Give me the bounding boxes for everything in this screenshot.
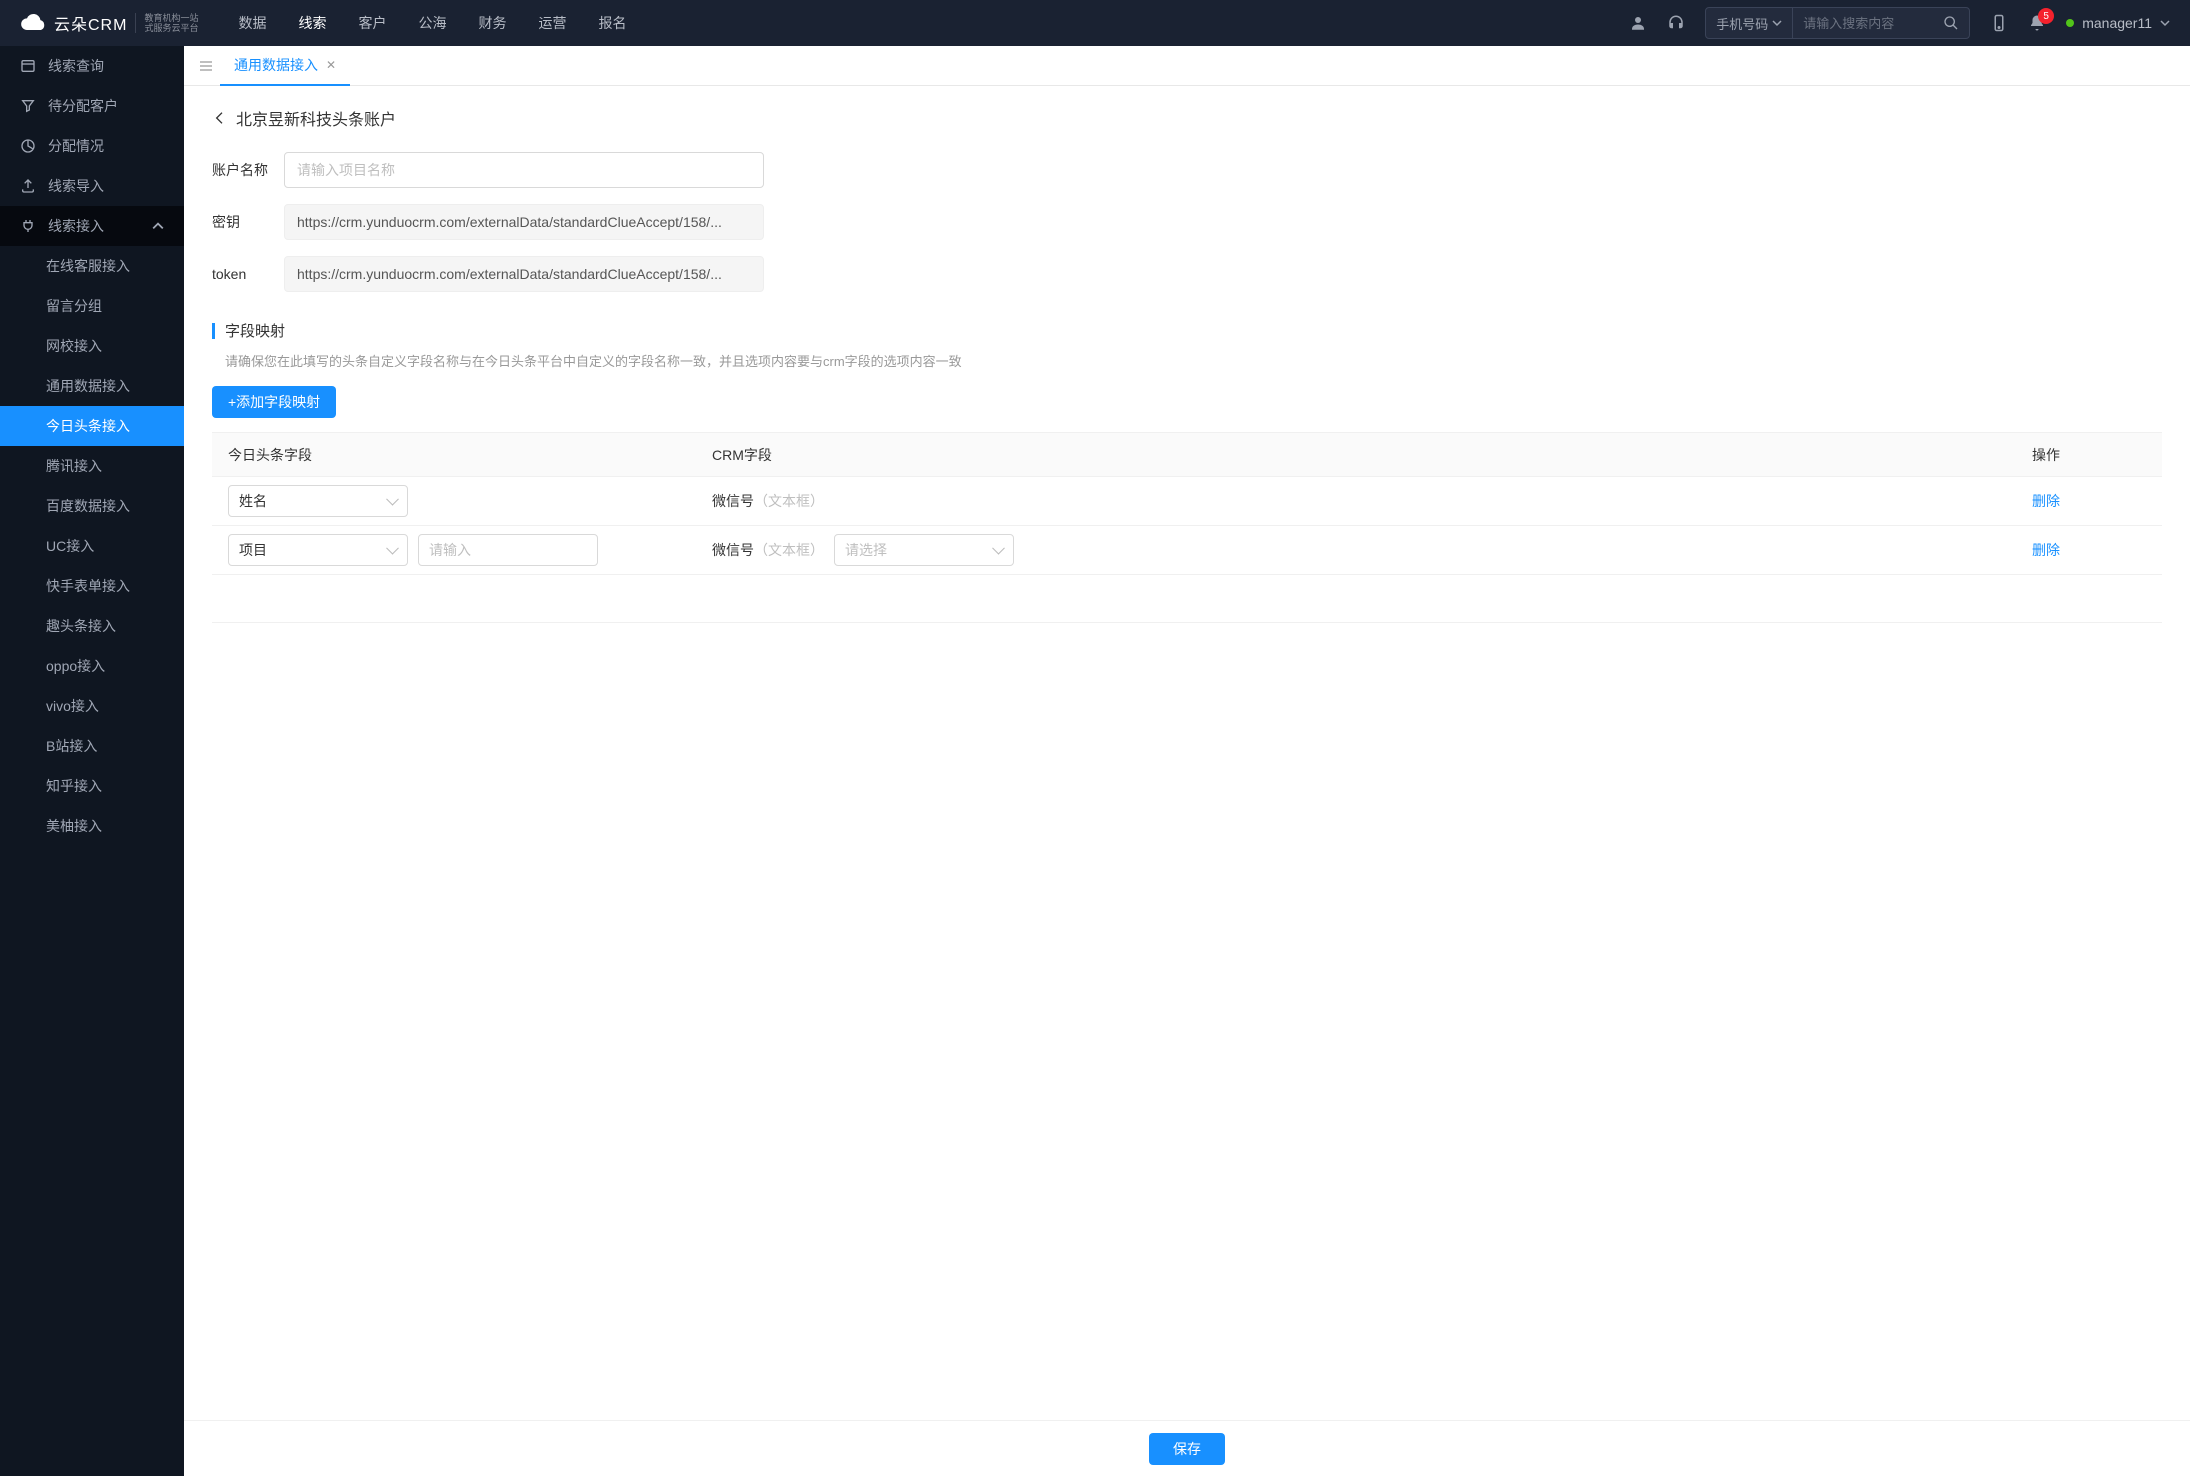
- token-input[interactable]: [284, 256, 764, 292]
- sidebar-item[interactable]: 分配情况: [0, 126, 184, 166]
- sidebar-sub-item[interactable]: UC接入: [0, 526, 184, 566]
- logo-text: 云朵CRM: [54, 11, 127, 35]
- delete-row-button[interactable]: 删除: [2032, 493, 2060, 509]
- toutiao-extra-input[interactable]: [418, 534, 598, 566]
- page-title-row: 北京昱新科技头条账户: [212, 106, 2162, 130]
- search-button[interactable]: [1933, 15, 1969, 31]
- toutiao-field-select[interactable]: 项目: [228, 534, 408, 566]
- logo: 云朵CRM 教育机构一站 式服务云平台: [20, 9, 198, 37]
- add-field-mapping-button[interactable]: +添加字段映射: [212, 386, 336, 418]
- sidebar-sub-item[interactable]: 网校接入: [0, 326, 184, 366]
- user-icon[interactable]: [1629, 14, 1647, 32]
- sidebar: 线索查询待分配客户分配情况线索导入线索接入在线客服接入留言分组网校接入通用数据接…: [0, 46, 184, 1476]
- sidebar-sub-item[interactable]: 在线客服接入: [0, 246, 184, 286]
- search-input[interactable]: [1793, 16, 1933, 31]
- main-content: 通用数据接入 ✕ 北京昱新科技头条账户 账户名称 密钥 token: [184, 46, 2190, 1476]
- sidebar-sub-item[interactable]: 趣头条接入: [0, 606, 184, 646]
- th-toutiao-field: 今日头条字段: [212, 445, 712, 465]
- table-row-empty: [212, 575, 2162, 623]
- tab-label: 通用数据接入: [234, 55, 318, 75]
- upload-icon: [20, 178, 36, 194]
- cloud-icon: [20, 9, 48, 37]
- sidebar-sub-item[interactable]: B站接入: [0, 726, 184, 766]
- plug-icon: [20, 218, 36, 234]
- status-dot-icon: [2066, 19, 2074, 27]
- bell-icon[interactable]: 5: [2028, 14, 2046, 32]
- sidebar-item[interactable]: 线索导入: [0, 166, 184, 206]
- search-type-select[interactable]: 手机号码: [1706, 8, 1793, 38]
- notification-badge: 5: [2038, 8, 2054, 24]
- nav-item[interactable]: 客户: [358, 13, 386, 33]
- secret-input[interactable]: [284, 204, 764, 240]
- headset-icon[interactable]: [1667, 14, 1685, 32]
- sidebar-sub-item[interactable]: 通用数据接入: [0, 366, 184, 406]
- section-title: 字段映射: [225, 320, 285, 341]
- sidebar-sub-item[interactable]: 腾讯接入: [0, 446, 184, 486]
- delete-row-button[interactable]: 删除: [2032, 542, 2060, 558]
- filter-icon: [20, 98, 36, 114]
- nav-item[interactable]: 数据: [238, 13, 266, 33]
- tab-current[interactable]: 通用数据接入 ✕: [220, 46, 350, 86]
- global-search: 手机号码: [1705, 7, 1970, 39]
- sidebar-sub-item[interactable]: 百度数据接入: [0, 486, 184, 526]
- crm-field-label: 微信号（文本框）: [712, 540, 824, 560]
- th-action: 操作: [2032, 445, 2162, 465]
- user-menu[interactable]: manager11: [2066, 15, 2170, 31]
- account-name-input[interactable]: [284, 152, 764, 188]
- save-button[interactable]: 保存: [1149, 1433, 1225, 1465]
- table-row: 项目 微信号（文本框） 请选择 删除: [212, 526, 2162, 575]
- nav-item[interactable]: 线索: [298, 13, 326, 33]
- pie-icon: [20, 138, 36, 154]
- crm-field-label: 微信号（文本框）: [712, 491, 824, 511]
- list-icon: [20, 58, 36, 74]
- back-icon[interactable]: [212, 110, 228, 126]
- close-icon[interactable]: ✕: [326, 58, 336, 72]
- sidebar-item[interactable]: 待分配客户: [0, 86, 184, 126]
- sidebar-sub-item[interactable]: vivo接入: [0, 686, 184, 726]
- logo-subtitle: 教育机构一站 式服务云平台: [135, 13, 198, 33]
- top-nav: 数据 线索 客户 公海 财务 运营 报名: [238, 13, 626, 33]
- nav-item[interactable]: 财务: [478, 13, 506, 33]
- username: manager11: [2082, 15, 2152, 31]
- tabs-bar: 通用数据接入 ✕: [184, 46, 2190, 86]
- section-bar-icon: [212, 323, 215, 339]
- sidebar-sub-item[interactable]: 留言分组: [0, 286, 184, 326]
- field-mapping-table: 今日头条字段 CRM字段 操作 姓名 微信号（文本框） 删除: [212, 432, 2162, 623]
- account-label: 账户名称: [212, 160, 284, 180]
- toutiao-field-select[interactable]: 姓名: [228, 485, 408, 517]
- crm-field-select[interactable]: 请选择: [834, 534, 1014, 566]
- sidebar-sub-item[interactable]: 快手表单接入: [0, 566, 184, 606]
- secret-label: 密钥: [212, 212, 284, 232]
- sidebar-item[interactable]: 线索查询: [0, 46, 184, 86]
- footer-bar: 保存: [184, 1420, 2190, 1476]
- tabs-collapse-icon[interactable]: [198, 58, 220, 74]
- sidebar-sub-item[interactable]: 今日头条接入: [0, 406, 184, 446]
- sidebar-item[interactable]: 线索接入: [0, 206, 184, 246]
- nav-item[interactable]: 运营: [538, 13, 566, 33]
- app-header: 云朵CRM 教育机构一站 式服务云平台 数据 线索 客户 公海 财务 运营 报名 手机号码: [0, 0, 2190, 46]
- sidebar-sub-item[interactable]: 知乎接入: [0, 766, 184, 806]
- section-hint: 请确保您在此填写的头条自定义字段名称与在今日头条平台中自定义的字段名称一致，并且…: [212, 351, 2162, 370]
- chevron-up-icon: [152, 220, 164, 232]
- nav-item[interactable]: 公海: [418, 13, 446, 33]
- token-label: token: [212, 266, 284, 282]
- table-header: 今日头条字段 CRM字段 操作: [212, 433, 2162, 477]
- sidebar-sub-item[interactable]: 美柚接入: [0, 806, 184, 846]
- sidebar-sub-item[interactable]: oppo接入: [0, 646, 184, 686]
- page-title: 北京昱新科技头条账户: [236, 106, 396, 130]
- nav-item[interactable]: 报名: [598, 13, 626, 33]
- phone-icon[interactable]: [1990, 14, 2008, 32]
- table-row: 姓名 微信号（文本框） 删除: [212, 477, 2162, 526]
- th-crm-field: CRM字段: [712, 445, 2032, 465]
